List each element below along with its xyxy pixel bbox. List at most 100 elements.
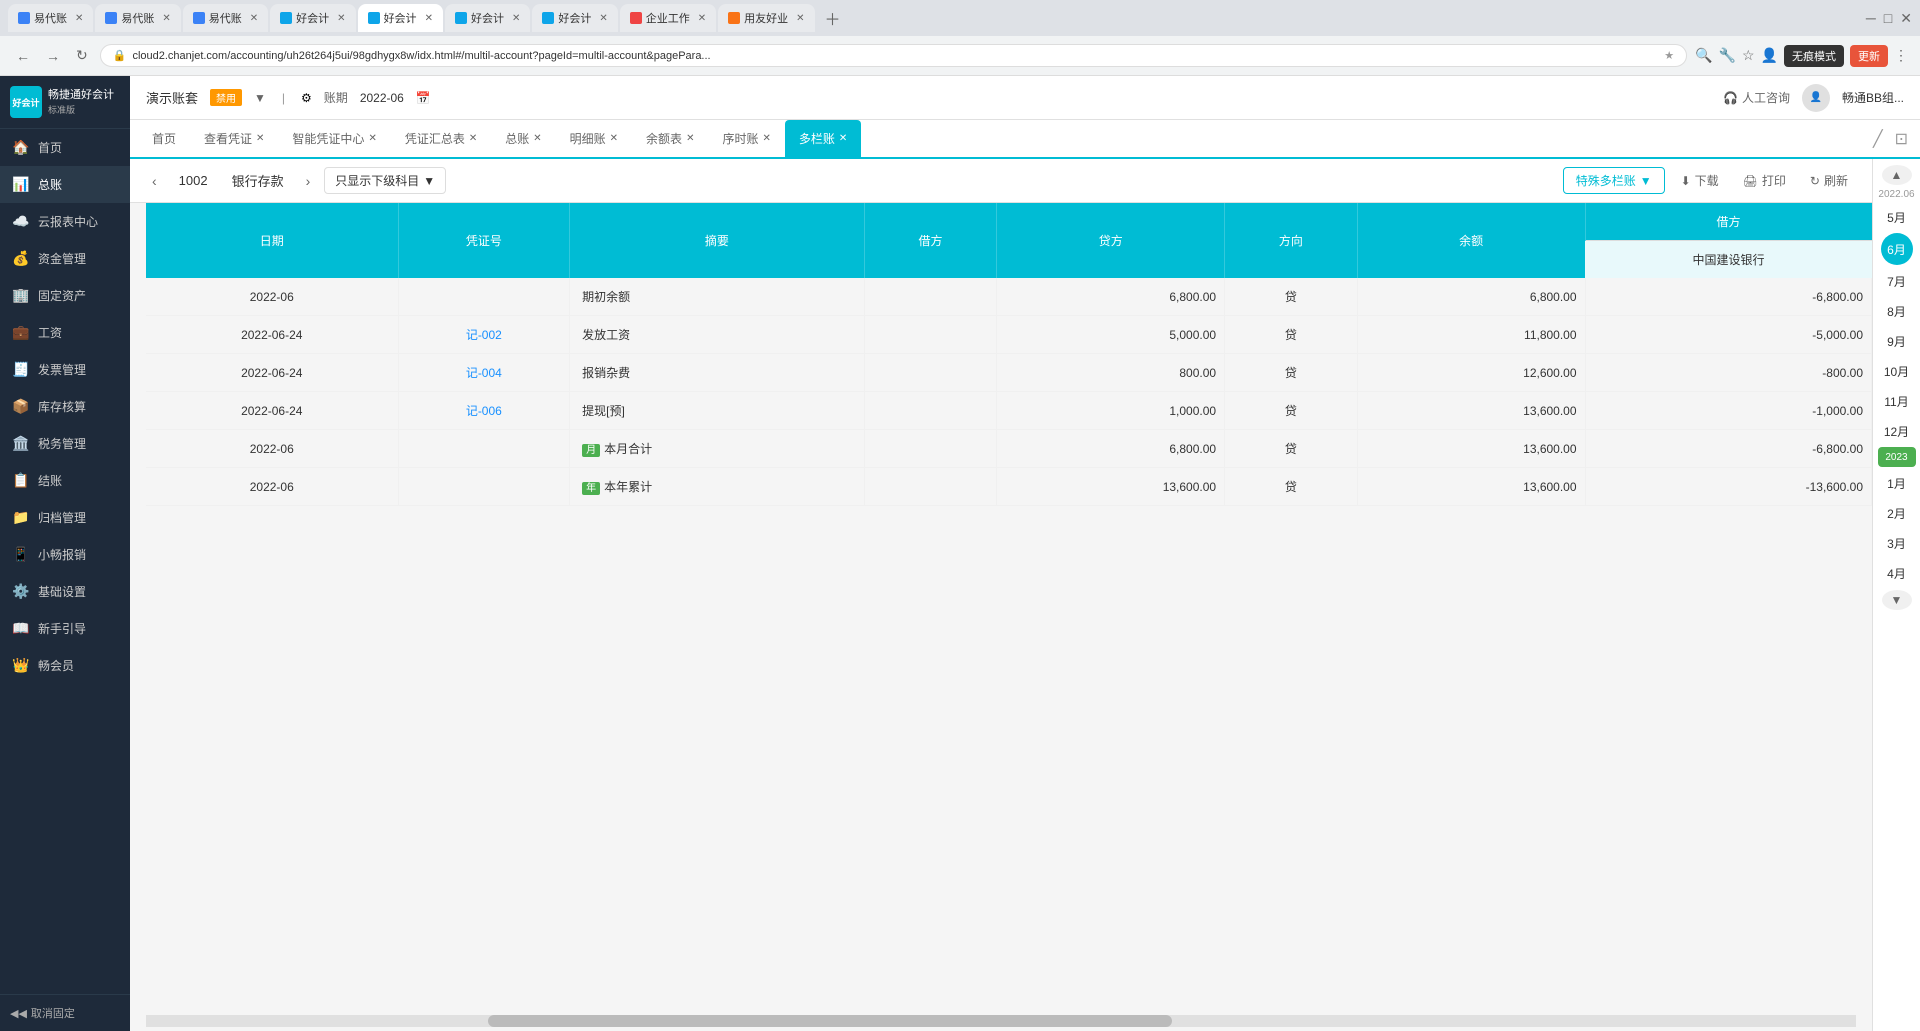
tab-close-5[interactable]: ✕ (425, 13, 433, 24)
sidebar-item-guide[interactable]: 📖 新手引导 (0, 610, 130, 647)
expand-panel-button[interactable]: ⊡ (1891, 125, 1912, 153)
tab-sequence-ledger[interactable]: 序时账 ✕ (708, 120, 784, 159)
tab-detail-ledger[interactable]: 明细账 ✕ (556, 120, 632, 159)
search-browser-button[interactable]: 🔍 (1695, 47, 1712, 64)
prev-account-button[interactable]: ‹ (146, 171, 163, 191)
collapse-panel-button[interactable]: ╱ (1869, 125, 1887, 153)
calendar-scroll-up-button[interactable]: ▲ (1882, 165, 1912, 185)
address-bar[interactable]: 🔒 cloud2.chanjet.com/accounting/uh26t264… (100, 44, 1687, 67)
settings-gear-icon[interactable]: ⚙ (301, 91, 312, 105)
sidebar-item-fund[interactable]: 💰 资金管理 (0, 240, 130, 277)
tab-yidaizhang-2[interactable]: 易代账 ✕ (95, 4, 180, 32)
calendar-month-aug[interactable]: 8月 (1878, 297, 1916, 325)
sidebar-item-expense[interactable]: 📱 小畅报销 (0, 536, 130, 573)
calendar-month-sep[interactable]: 9月 (1878, 327, 1916, 355)
tab-close-9[interactable]: ✕ (796, 13, 804, 24)
tab-smart-voucher[interactable]: 智能凭证中心 ✕ (278, 120, 390, 159)
tab-close-1[interactable]: ✕ (75, 13, 83, 24)
calendar-month-apr[interactable]: 4月 (1878, 559, 1916, 587)
menu-button[interactable]: ⋮ (1894, 47, 1908, 64)
scrollbar-thumb[interactable] (488, 1015, 1172, 1027)
tab-general-ledger[interactable]: 总账 ✕ (491, 120, 555, 159)
calendar-month-jun[interactable]: 6月 (1881, 233, 1913, 265)
refresh-browser-button[interactable]: ↻ (72, 43, 92, 68)
tab-close-balance[interactable]: ✕ (686, 133, 694, 144)
new-tab-button[interactable]: ＋ (817, 6, 849, 30)
tab-haokuaiji-4[interactable]: 好会计 ✕ (532, 4, 617, 32)
tab-close-2[interactable]: ✕ (162, 13, 170, 24)
sidebar-item-ledger[interactable]: 📊 总账 (0, 166, 130, 203)
calendar-month-dec[interactable]: 12月 (1878, 417, 1916, 445)
tab-youyou[interactable]: 用友好业 ✕ (718, 4, 814, 32)
maximize-button[interactable]: □ (1884, 10, 1892, 26)
user-avatar[interactable]: 👤 (1802, 84, 1830, 112)
incognito-button[interactable]: 无痕模式 (1784, 45, 1844, 67)
download-button[interactable]: ⬇ 下载 (1673, 168, 1727, 193)
forward-button[interactable]: → (42, 44, 64, 68)
refresh-ledger-button[interactable]: ↻ 刷新 (1802, 168, 1856, 193)
tab-close-general-ledger[interactable]: ✕ (533, 133, 541, 144)
tab-view-voucher[interactable]: 查看凭证 ✕ (190, 120, 278, 159)
tab-close-4[interactable]: ✕ (337, 13, 345, 24)
tab-close-detail-ledger[interactable]: ✕ (610, 133, 618, 144)
tab-voucher-summary[interactable]: 凭证汇总表 ✕ (391, 120, 491, 159)
calendar-icon[interactable]: 📅 (416, 91, 431, 105)
cell-voucher[interactable] (398, 430, 570, 468)
voucher-link[interactable]: 记-006 (466, 404, 502, 418)
cell-voucher[interactable]: 记-002 (398, 316, 570, 354)
tab-multi-column[interactable]: 多栏账 ✕ (785, 120, 861, 159)
tab-enterprise[interactable]: 企业工作 ✕ (620, 4, 716, 32)
sidebar-item-salary[interactable]: 💼 工资 (0, 314, 130, 351)
bookmark-button[interactable]: ☆ (1742, 47, 1755, 64)
voucher-link[interactable]: 记-004 (466, 366, 502, 380)
calendar-month-mar[interactable]: 3月 (1878, 529, 1916, 557)
tab-close-6[interactable]: ✕ (512, 13, 520, 24)
tab-haokuaiji-3[interactable]: 好会计 ✕ (445, 4, 530, 32)
calendar-month-oct[interactable]: 10月 (1878, 357, 1916, 385)
tab-yidaizhang-1[interactable]: 易代账 ✕ (8, 4, 93, 32)
tab-haokuaiji-2[interactable]: 好会计 ✕ (358, 4, 443, 32)
next-account-button[interactable]: › (300, 171, 317, 191)
sidebar-item-cloud[interactable]: ☁️ 云报表中心 (0, 203, 130, 240)
sidebar-item-archive[interactable]: 📁 归档管理 (0, 499, 130, 536)
update-button[interactable]: 更新 (1850, 45, 1888, 67)
tab-close-multi-column[interactable]: ✕ (839, 133, 847, 144)
sidebar-item-member[interactable]: 👑 畅会员 (0, 647, 130, 684)
tab-balance[interactable]: 余额表 ✕ (632, 120, 708, 159)
filter-sub-accounts-button[interactable]: 只显示下级科目 ▼ (324, 167, 446, 194)
tab-close-voucher-summary[interactable]: ✕ (469, 133, 477, 144)
special-multicolumn-button[interactable]: 特殊多栏账 ▼ (1563, 167, 1665, 194)
tab-haokuaiji-1[interactable]: 好会计 ✕ (270, 4, 355, 32)
sidebar-item-settings[interactable]: ⚙️ 基础设置 (0, 573, 130, 610)
cell-voucher[interactable]: 记-004 (398, 354, 570, 392)
calendar-month-jul[interactable]: 7月 (1878, 267, 1916, 295)
minimize-button[interactable]: ─ (1866, 10, 1876, 26)
calendar-month-jan[interactable]: 1月 (1878, 469, 1916, 497)
sidebar-item-inventory[interactable]: 📦 库存核算 (0, 388, 130, 425)
print-button[interactable]: 🖨 打印 (1735, 168, 1794, 193)
close-button[interactable]: ✕ (1900, 10, 1912, 27)
sidebar-item-tax[interactable]: 🏛️ 税务管理 (0, 425, 130, 462)
sidebar-item-fixed-assets[interactable]: 🏢 固定资产 (0, 277, 130, 314)
cell-voucher[interactable] (398, 468, 570, 506)
sidebar-item-invoice[interactable]: 🧾 发票管理 (0, 351, 130, 388)
back-button[interactable]: ← (12, 44, 34, 68)
tab-yidaizhang-3[interactable]: 易代账 ✕ (183, 4, 268, 32)
calendar-month-nov[interactable]: 11月 (1878, 387, 1916, 415)
tab-close-8[interactable]: ✕ (698, 13, 706, 24)
tab-close-view-voucher[interactable]: ✕ (256, 133, 264, 144)
topbar-settings-icon[interactable]: ▼ (254, 91, 266, 105)
tab-close-3[interactable]: ✕ (250, 13, 258, 24)
sidebar-item-close-accounts[interactable]: 📋 结账 (0, 462, 130, 499)
sidebar-item-home[interactable]: 🏠 首页 (0, 129, 130, 166)
tab-close-sequence-ledger[interactable]: ✕ (762, 133, 770, 144)
calendar-month-feb[interactable]: 2月 (1878, 499, 1916, 527)
extension-button[interactable]: 🔧 (1719, 47, 1736, 64)
profile-button[interactable]: 👤 (1761, 47, 1778, 64)
cell-voucher[interactable] (398, 278, 570, 316)
service-button[interactable]: 🎧 人工咨询 (1723, 89, 1790, 106)
tab-close-smart-voucher[interactable]: ✕ (368, 133, 376, 144)
calendar-month-may[interactable]: 5月 (1878, 203, 1916, 231)
horizontal-scrollbar[interactable] (146, 1015, 1856, 1027)
calendar-scroll-down-button[interactable]: ▼ (1882, 590, 1912, 610)
